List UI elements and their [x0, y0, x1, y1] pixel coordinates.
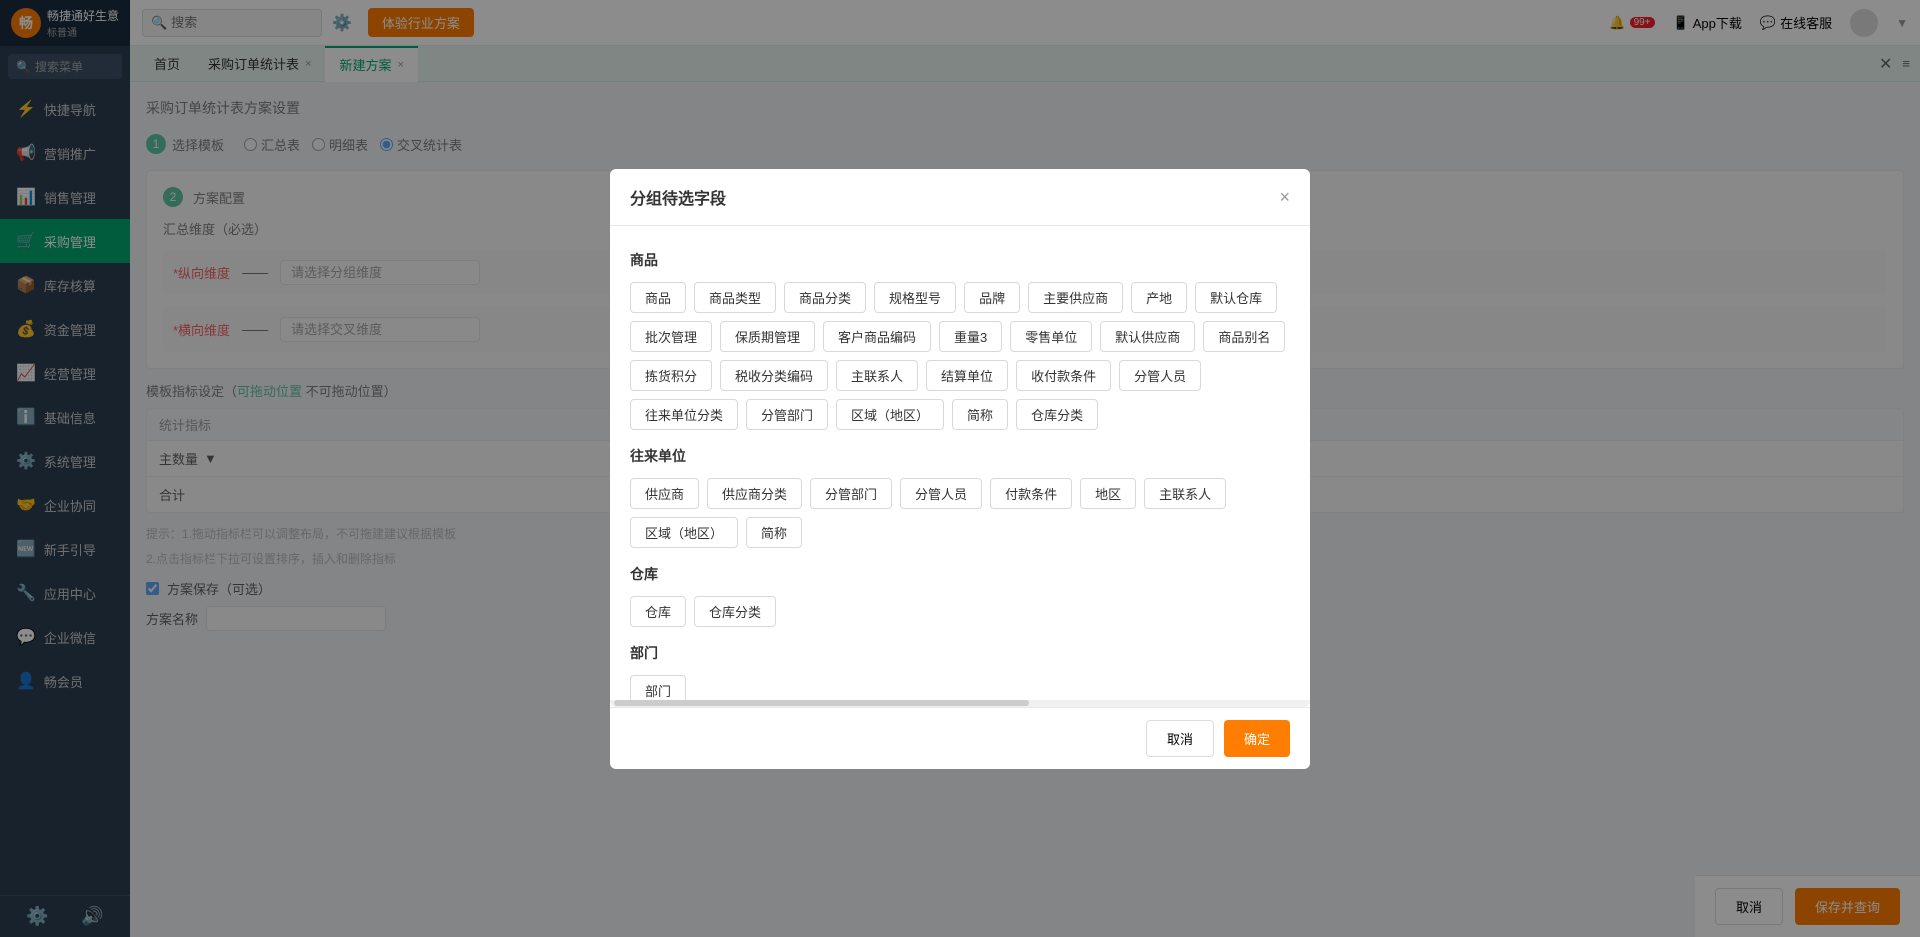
- field-chip-0-9[interactable]: 保质期管理: [720, 321, 815, 352]
- field-chip-1-8[interactable]: 简称: [746, 517, 802, 548]
- hscroll-thumb: [614, 700, 1029, 706]
- field-chip-2-0[interactable]: 仓库: [630, 596, 686, 627]
- modal-body[interactable]: 商品商品商品类型商品分类规格型号品牌主要供应商产地默认仓库批次管理保质期管理客户…: [610, 226, 1310, 700]
- field-chip-1-2[interactable]: 分管部门: [810, 478, 892, 509]
- modal-section-chips-0: 商品商品类型商品分类规格型号品牌主要供应商产地默认仓库批次管理保质期管理客户商品…: [630, 282, 1290, 430]
- modal-section-chips-1: 供应商供应商分类分管部门分管人员付款条件地区主联系人区域（地区） 简称: [630, 478, 1290, 548]
- field-chip-0-2[interactable]: 商品分类: [784, 282, 866, 313]
- field-chip-0-15[interactable]: 拣货积分: [630, 360, 712, 391]
- field-chip-0-17[interactable]: 主联系人: [836, 360, 918, 391]
- field-chip-0-1[interactable]: 商品类型: [694, 282, 776, 313]
- field-chip-0-18[interactable]: 结算单位: [926, 360, 1008, 391]
- field-chip-1-3[interactable]: 分管人员: [900, 478, 982, 509]
- modal-footer: 取消 确定: [610, 707, 1310, 769]
- field-chip-0-11[interactable]: 重量3: [939, 321, 1002, 352]
- field-chip-1-1[interactable]: 供应商分类: [707, 478, 802, 509]
- modal-section-title-0: 商品: [630, 250, 1290, 270]
- field-chip-0-22[interactable]: 分管部门: [746, 399, 828, 430]
- field-chip-0-7[interactable]: 默认仓库: [1195, 282, 1277, 313]
- modal-title: 分组待选字段: [630, 185, 726, 209]
- field-chip-0-3[interactable]: 规格型号: [874, 282, 956, 313]
- modal-cancel-button[interactable]: 取消: [1146, 720, 1214, 757]
- field-chip-0-16[interactable]: 税收分类编码: [720, 360, 828, 391]
- field-chip-1-7[interactable]: 区域（地区）: [630, 517, 738, 548]
- field-chip-1-4[interactable]: 付款条件: [990, 478, 1072, 509]
- modal-section-chips-3: 部门: [630, 675, 1290, 700]
- field-chip-0-25[interactable]: 仓库分类: [1016, 399, 1098, 430]
- field-chip-1-0[interactable]: 供应商: [630, 478, 699, 509]
- field-chip-0-14[interactable]: 商品别名: [1203, 321, 1285, 352]
- field-chip-0-13[interactable]: 默认供应商: [1100, 321, 1195, 352]
- field-chip-0-21[interactable]: 往来单位分类: [630, 399, 738, 430]
- field-chip-0-19[interactable]: 收付款条件: [1016, 360, 1111, 391]
- modal-overlay: 分组待选字段 × 商品商品商品类型商品分类规格型号品牌主要供应商产地默认仓库批次…: [0, 0, 1920, 937]
- modal-section-title-1: 往来单位: [630, 446, 1290, 466]
- field-chip-1-6[interactable]: 主联系人: [1144, 478, 1226, 509]
- modal-horizontal-scrollbar[interactable]: [610, 700, 1310, 707]
- modal-header: 分组待选字段 ×: [610, 169, 1310, 226]
- field-chip-0-6[interactable]: 产地: [1131, 282, 1187, 313]
- field-chip-0-10[interactable]: 客户商品编码: [823, 321, 931, 352]
- field-chip-0-0[interactable]: 商品: [630, 282, 686, 313]
- modal-section-title-2: 仓库: [630, 564, 1290, 584]
- field-chip-0-8[interactable]: 批次管理: [630, 321, 712, 352]
- field-chip-0-23[interactable]: 区域（地区）: [836, 399, 944, 430]
- field-chip-2-1[interactable]: 仓库分类: [694, 596, 776, 627]
- modal-confirm-button[interactable]: 确定: [1224, 720, 1290, 757]
- field-chip-0-5[interactable]: 主要供应商: [1028, 282, 1123, 313]
- field-chip-3-0[interactable]: 部门: [630, 675, 686, 700]
- field-chip-0-24[interactable]: 简称: [952, 399, 1008, 430]
- field-chip-0-20[interactable]: 分管人员: [1119, 360, 1201, 391]
- modal-close-button[interactable]: ×: [1279, 188, 1290, 206]
- modal-dialog: 分组待选字段 × 商品商品商品类型商品分类规格型号品牌主要供应商产地默认仓库批次…: [610, 169, 1310, 769]
- modal-section-chips-2: 仓库仓库分类: [630, 596, 1290, 627]
- modal-section-title-3: 部门: [630, 643, 1290, 663]
- field-chip-0-4[interactable]: 品牌: [964, 282, 1020, 313]
- field-chip-0-12[interactable]: 零售单位: [1010, 321, 1092, 352]
- field-chip-1-5[interactable]: 地区: [1080, 478, 1136, 509]
